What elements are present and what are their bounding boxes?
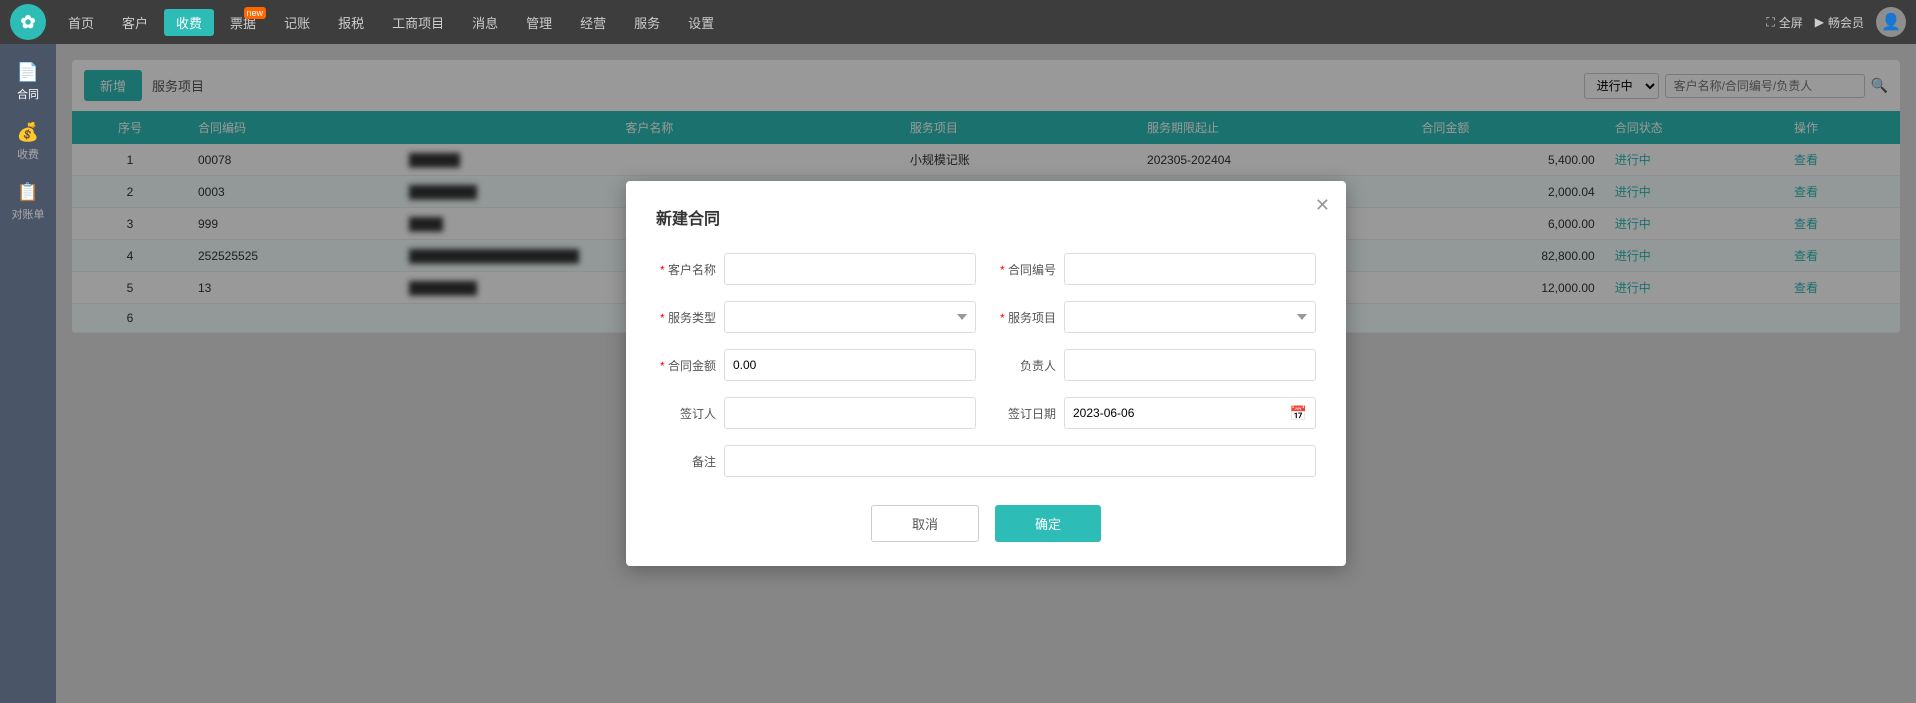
- sidebar-item-statement[interactable]: 📋 对账单: [0, 174, 56, 230]
- amount-row: 合同金额: [656, 349, 976, 381]
- nav-customer[interactable]: 客户: [110, 9, 160, 36]
- contract-icon: 📄: [17, 62, 39, 83]
- sidebar-item-billing[interactable]: 💰 收费: [0, 114, 56, 170]
- new-contract-dialog: 新建合同 ✕ 客户名称 合同编号 服务类型: [626, 181, 1346, 566]
- service-type-label: 服务类型: [656, 309, 716, 326]
- dialog-title: 新建合同: [656, 205, 1316, 229]
- nav-invoice[interactable]: 票据 new: [218, 9, 268, 36]
- customer-name-label: 客户名称: [656, 261, 716, 278]
- modal-overlay: 新建合同 ✕ 客户名称 合同编号 服务类型: [56, 44, 1916, 703]
- app-logo: ✿: [10, 4, 46, 40]
- contract-no-label: 合同编号: [996, 261, 1056, 278]
- nav-billing[interactable]: 收费: [164, 9, 214, 36]
- service-item-select[interactable]: [1064, 301, 1316, 333]
- statement-icon: 📋: [17, 182, 39, 203]
- signer-label: 签订人: [656, 405, 716, 422]
- customer-name-row: 客户名称: [656, 253, 976, 285]
- fullscreen-icon: ⛶: [1766, 15, 1774, 30]
- contract-no-row: 合同编号: [996, 253, 1316, 285]
- sign-date-wrapper: 📅: [1064, 397, 1316, 429]
- dialog-footer: 取消 确定: [656, 505, 1316, 542]
- customer-name-input[interactable]: [724, 253, 976, 285]
- dialog-form: 客户名称 合同编号 服务类型 服务项目: [656, 253, 1316, 477]
- nav-menu: 首页 客户 收费 票据 new 记账 报税 工商项目 消息 管理 经营 服务 设…: [56, 9, 1766, 36]
- fullscreen-button[interactable]: ⛶ 全屏: [1766, 14, 1802, 31]
- nav-bookkeeping[interactable]: 记账: [272, 9, 322, 36]
- avatar[interactable]: 👤: [1876, 7, 1906, 37]
- nav-settings[interactable]: 设置: [676, 9, 726, 36]
- remark-input[interactable]: [724, 445, 1316, 477]
- nav-tax[interactable]: 报税: [326, 9, 376, 36]
- nav-operations[interactable]: 经营: [568, 9, 618, 36]
- responsible-input[interactable]: [1064, 349, 1316, 381]
- sign-date-input[interactable]: [1073, 406, 1290, 420]
- nav-message[interactable]: 消息: [460, 9, 510, 36]
- amount-input[interactable]: [724, 349, 976, 381]
- sign-date-row: 签订日期 📅: [996, 397, 1316, 429]
- nav-service[interactable]: 服务: [622, 9, 672, 36]
- main-layout: 📄 合同 💰 收费 📋 对账单 新增 服务项目 进行中 已完成 已终止: [0, 44, 1916, 703]
- vip-icon: ▶: [1815, 15, 1824, 29]
- remark-label: 备注: [656, 453, 716, 470]
- sign-date-label: 签订日期: [996, 405, 1056, 422]
- content-area: 新增 服务项目 进行中 已完成 已终止 🔍 序号 合同编: [56, 44, 1916, 703]
- billing-icon: 💰: [17, 122, 39, 143]
- vip-button[interactable]: ▶ 畅会员: [1815, 14, 1864, 31]
- service-type-select[interactable]: [724, 301, 976, 333]
- amount-label: 合同金额: [656, 357, 716, 374]
- calendar-icon[interactable]: 📅: [1290, 405, 1307, 422]
- sidebar: 📄 合同 💰 收费 📋 对账单: [0, 44, 56, 703]
- service-item-row: 服务项目: [996, 301, 1316, 333]
- new-badge: new: [244, 7, 267, 19]
- nav-management[interactable]: 管理: [514, 9, 564, 36]
- responsible-label: 负责人: [996, 357, 1056, 374]
- dialog-close-button[interactable]: ✕: [1315, 195, 1330, 216]
- service-type-row: 服务类型: [656, 301, 976, 333]
- sidebar-item-contract[interactable]: 📄 合同: [0, 54, 56, 110]
- top-navigation: ✿ 首页 客户 收费 票据 new 记账 报税 工商项目 消息 管理 经营 服务…: [0, 0, 1916, 44]
- nav-business[interactable]: 工商项目: [380, 9, 456, 36]
- confirm-button[interactable]: 确定: [995, 505, 1101, 542]
- service-item-label: 服务项目: [996, 309, 1056, 326]
- cancel-button[interactable]: 取消: [871, 505, 979, 542]
- signer-input[interactable]: [724, 397, 976, 429]
- contract-no-input[interactable]: [1064, 253, 1316, 285]
- remark-row: 备注: [656, 445, 1316, 477]
- nav-right-section: ⛶ 全屏 ▶ 畅会员 👤: [1766, 7, 1906, 37]
- signer-row: 签订人: [656, 397, 976, 429]
- nav-home[interactable]: 首页: [56, 9, 106, 36]
- responsible-row: 负责人: [996, 349, 1316, 381]
